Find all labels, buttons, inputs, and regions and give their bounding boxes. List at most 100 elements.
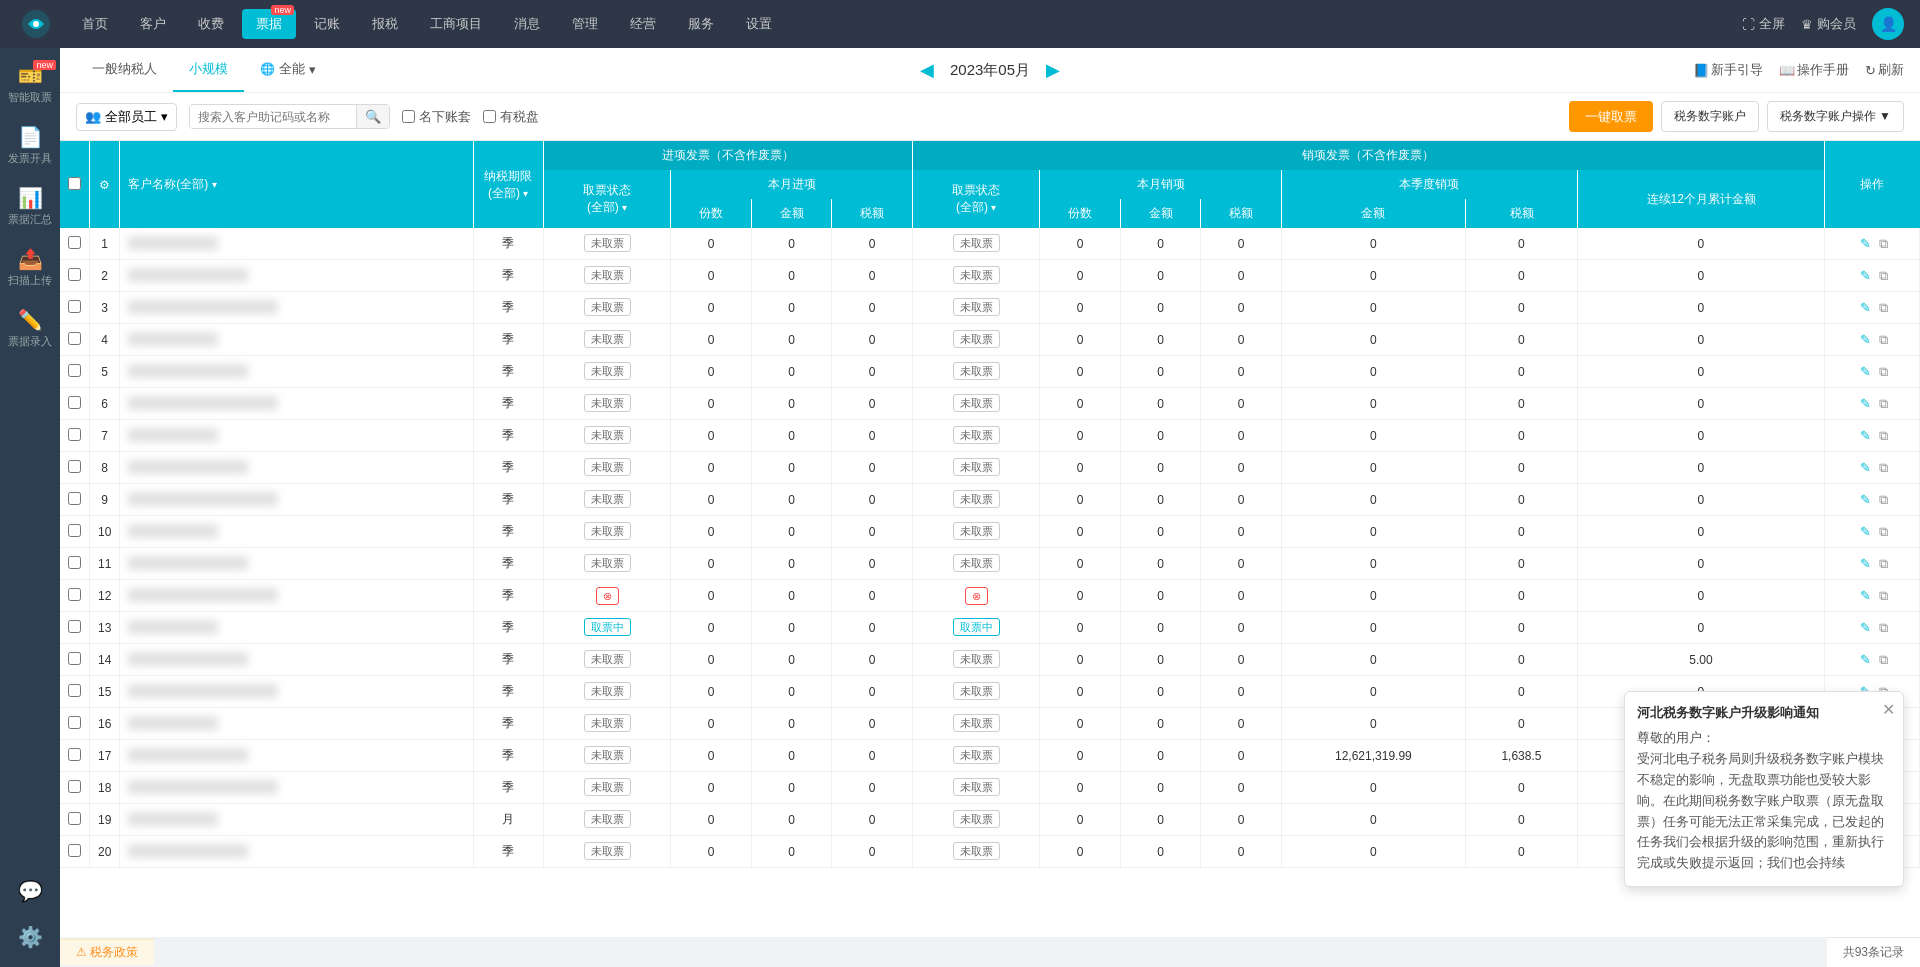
employee-select[interactable]: 👥 全部员工 ▾ — [76, 103, 177, 131]
nav-bookkeeping[interactable]: 记账 — [300, 9, 354, 39]
row-checkbox[interactable] — [68, 364, 81, 377]
edit-button[interactable]: ✎ — [1860, 236, 1871, 251]
copy-button[interactable]: ⧉ — [1879, 652, 1888, 667]
row-checkbox-cell[interactable] — [60, 420, 90, 452]
row-in-status-cell[interactable]: 未取票 — [543, 324, 671, 356]
row-checkbox[interactable] — [68, 332, 81, 345]
in-status-badge[interactable]: 未取票 — [584, 842, 631, 860]
row-in-status-cell[interactable]: 未取票 — [543, 708, 671, 740]
in-status-badge[interactable]: 未取票 — [584, 458, 631, 476]
out-status-badge[interactable]: 未取票 — [953, 522, 1000, 540]
nav-fee[interactable]: 收费 — [184, 9, 238, 39]
row-checkbox[interactable] — [68, 300, 81, 313]
row-out-status-cell[interactable]: 未取票 — [912, 484, 1040, 516]
row-in-status-cell[interactable]: 未取票 — [543, 772, 671, 804]
row-checkbox-cell[interactable] — [60, 708, 90, 740]
row-out-status-cell[interactable]: 未取票 — [912, 548, 1040, 580]
copy-button[interactable]: ⧉ — [1879, 588, 1888, 603]
row-checkbox[interactable] — [68, 396, 81, 409]
row-out-status-cell[interactable]: 未取票 — [912, 260, 1040, 292]
edit-button[interactable]: ✎ — [1860, 492, 1871, 507]
sidebar-item-invoice-open[interactable]: 📄 发票开具 — [0, 117, 60, 174]
tab-general-taxpayer[interactable]: 一般纳税人 — [76, 48, 173, 92]
row-checkbox[interactable] — [68, 620, 81, 633]
row-checkbox-cell[interactable] — [60, 260, 90, 292]
row-in-status-cell[interactable]: 未取票 — [543, 484, 671, 516]
search-button[interactable]: 🔍 — [356, 105, 389, 128]
row-in-status-cell[interactable]: 未取票 — [543, 292, 671, 324]
checkbox-account-input[interactable] — [402, 110, 415, 123]
edit-button[interactable]: ✎ — [1860, 620, 1871, 635]
in-status-badge[interactable]: 未取票 — [584, 714, 631, 732]
row-checkbox[interactable] — [68, 844, 81, 857]
edit-button[interactable]: ✎ — [1860, 300, 1871, 315]
copy-button[interactable]: ⧉ — [1879, 556, 1888, 571]
out-status-badge[interactable]: 未取票 — [953, 362, 1000, 380]
out-status-badge[interactable]: 未取票 — [953, 746, 1000, 764]
row-out-status-cell[interactable]: 未取票 — [912, 420, 1040, 452]
row-checkbox-cell[interactable] — [60, 772, 90, 804]
out-status-badge[interactable]: 未取票 — [953, 330, 1000, 348]
row-checkbox[interactable] — [68, 780, 81, 793]
row-checkbox[interactable] — [68, 556, 81, 569]
row-out-status-cell[interactable]: 未取票 — [912, 836, 1040, 868]
row-checkbox-cell[interactable] — [60, 612, 90, 644]
copy-button[interactable]: ⧉ — [1879, 524, 1888, 539]
out-status-badge[interactable]: 未取票 — [953, 426, 1000, 444]
in-status-badge[interactable]: 未取票 — [584, 650, 631, 668]
row-out-status-cell[interactable]: 未取票 — [912, 676, 1040, 708]
digital-account-actions-button[interactable]: 税务数字账户操作 ▼ — [1767, 101, 1904, 132]
row-in-status-cell[interactable]: 未取票 — [543, 356, 671, 388]
row-out-status-cell[interactable]: 未取票 — [912, 356, 1040, 388]
one-click-ticket-button[interactable]: 一键取票 — [1569, 101, 1653, 132]
in-status-badge[interactable]: 未取票 — [584, 298, 631, 316]
out-status-badge[interactable]: ⊗ — [965, 587, 988, 605]
row-in-status-cell[interactable]: 未取票 — [543, 804, 671, 836]
row-in-status-cell[interactable]: 未取票 — [543, 452, 671, 484]
row-in-status-cell[interactable]: 未取票 — [543, 836, 671, 868]
row-out-status-cell[interactable]: 未取票 — [912, 228, 1040, 260]
copy-button[interactable]: ⧉ — [1879, 364, 1888, 379]
sidebar-item-scan-upload[interactable]: 📤 扫描上传 — [0, 239, 60, 296]
row-in-status-cell[interactable]: 未取票 — [543, 516, 671, 548]
sidebar-item-smart-ticket[interactable]: 🎫 智能取票 new — [0, 56, 60, 113]
date-prev-button[interactable]: ◀ — [916, 59, 938, 81]
in-status-badge[interactable]: 未取票 — [584, 330, 631, 348]
row-checkbox-cell[interactable] — [60, 292, 90, 324]
row-out-status-cell[interactable]: 未取票 — [912, 740, 1040, 772]
copy-button[interactable]: ⧉ — [1879, 236, 1888, 251]
search-input[interactable] — [190, 106, 356, 128]
in-status-badge[interactable]: 未取票 — [584, 778, 631, 796]
digital-account-button[interactable]: 税务数字账户 — [1661, 101, 1759, 132]
copy-button[interactable]: ⧉ — [1879, 300, 1888, 315]
edit-button[interactable]: ✎ — [1860, 652, 1871, 667]
row-checkbox-cell[interactable] — [60, 484, 90, 516]
row-checkbox-cell[interactable] — [60, 388, 90, 420]
row-checkbox[interactable] — [68, 748, 81, 761]
copy-button[interactable]: ⧉ — [1879, 460, 1888, 475]
out-status-badge[interactable]: 未取票 — [953, 778, 1000, 796]
row-out-status-cell[interactable]: 未取票 — [912, 388, 1040, 420]
row-out-status-cell[interactable]: 未取票 — [912, 324, 1040, 356]
row-checkbox[interactable] — [68, 652, 81, 665]
row-checkbox[interactable] — [68, 812, 81, 825]
row-checkbox[interactable] — [68, 460, 81, 473]
out-status-badge[interactable]: 未取票 — [953, 682, 1000, 700]
row-out-status-cell[interactable]: 未取票 — [912, 516, 1040, 548]
out-status-badge[interactable]: 未取票 — [953, 298, 1000, 316]
row-in-status-cell[interactable]: 未取票 — [543, 644, 671, 676]
row-in-status-cell[interactable]: 未取票 — [543, 548, 671, 580]
row-checkbox[interactable] — [68, 492, 81, 505]
edit-button[interactable]: ✎ — [1860, 556, 1871, 571]
in-status-badge[interactable]: 未取票 — [584, 426, 631, 444]
row-checkbox-cell[interactable] — [60, 836, 90, 868]
sidebar-item-invoice-summary[interactable]: 📊 票据汇总 — [0, 178, 60, 235]
row-out-status-cell[interactable]: 取票中 — [912, 612, 1040, 644]
edit-button[interactable]: ✎ — [1860, 428, 1871, 443]
nav-settings[interactable]: 设置 — [732, 9, 786, 39]
in-status-badge[interactable]: 未取票 — [584, 362, 631, 380]
in-status-badge[interactable]: 未取票 — [584, 234, 631, 252]
in-status-badge[interactable]: 未取票 — [584, 490, 631, 508]
in-status-badge[interactable]: 未取票 — [584, 522, 631, 540]
out-status-badge[interactable]: 未取票 — [953, 394, 1000, 412]
